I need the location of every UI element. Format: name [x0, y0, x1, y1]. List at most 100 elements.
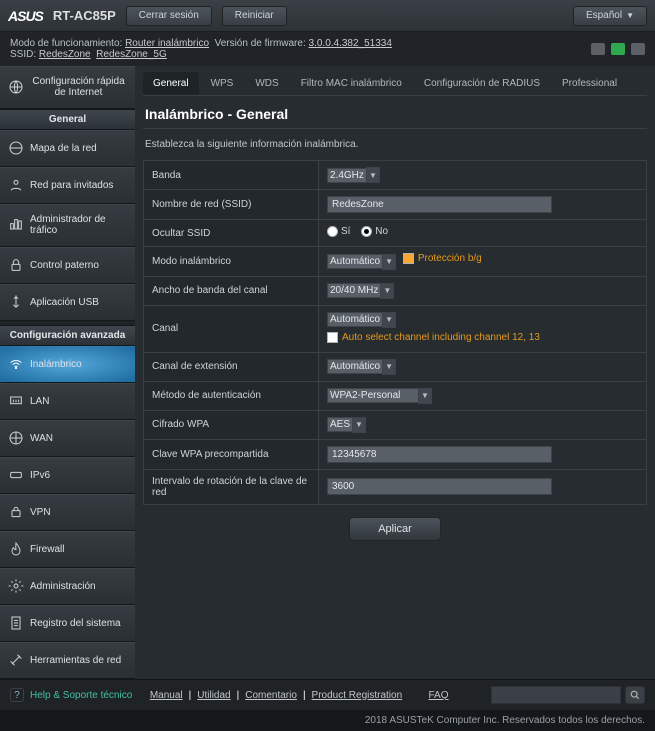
lan-icon — [8, 393, 24, 409]
sidebar-parental-control[interactable]: Control paterno — [0, 247, 135, 284]
footer-link-feedback[interactable]: Comentario — [245, 690, 297, 701]
sidebar-item-label: VPN — [30, 507, 51, 518]
tab-wds[interactable]: WDS — [245, 72, 288, 95]
chevron-down-icon: ▼ — [382, 254, 396, 270]
gear-icon — [8, 578, 24, 594]
sidebar-vpn[interactable]: VPN — [0, 494, 135, 531]
ipv6-icon — [8, 467, 24, 483]
sidebar-guest-network[interactable]: Red para invitados — [0, 167, 135, 204]
op-mode-link[interactable]: Router inalámbrico — [125, 38, 209, 49]
sidebar-item-label: Configuración rápida de Internet — [30, 76, 127, 98]
channel-select-value: Automático — [327, 312, 383, 327]
help-icon[interactable]: ? — [10, 688, 24, 702]
sidebar-header-general: General — [0, 109, 135, 130]
bw-select[interactable]: 20/40 MHz ▼ — [327, 283, 394, 299]
sidebar-item-label: Aplicación USB — [30, 297, 99, 308]
label-ext-channel: Canal de extensión — [144, 352, 319, 381]
language-label: Español — [586, 10, 622, 21]
label-wireless-mode: Modo inalámbrico — [144, 247, 319, 277]
tab-wps[interactable]: WPS — [201, 72, 244, 95]
apply-button[interactable]: Aplicar — [349, 517, 441, 541]
tab-professional[interactable]: Professional — [552, 72, 627, 95]
logout-button[interactable]: Cerrar sesión — [126, 6, 212, 26]
brand-logo: ASUS RT-AC85P — [8, 8, 116, 24]
sidebar-item-label: Registro del sistema — [30, 618, 121, 629]
ext-channel-select[interactable]: Automático ▼ — [327, 359, 396, 375]
mode-select-value: Automático — [327, 254, 383, 269]
mode-select[interactable]: Automático ▼ — [327, 254, 396, 270]
cipher-select-value: AES — [327, 417, 353, 432]
search-icon — [630, 690, 640, 700]
doc-icon — [8, 615, 24, 631]
footer-link-utility[interactable]: Utilidad — [197, 690, 230, 701]
map-icon — [8, 140, 24, 156]
label-wpa-cipher: Cifrado WPA — [144, 410, 319, 439]
sidebar-quick-setup[interactable]: Configuración rápida de Internet — [0, 66, 135, 109]
page-description: Establezca la siguiente información inal… — [143, 129, 647, 160]
sidebar-item-label: Control paterno — [30, 260, 99, 271]
sidebar-nettools[interactable]: Herramientas de red — [0, 642, 135, 679]
sidebar-item-label: Administrador de tráfico — [30, 214, 127, 236]
sidebar-lan[interactable]: LAN — [0, 383, 135, 420]
reboot-button[interactable]: Reiniciar — [222, 6, 287, 26]
ssid-value-2: RedesZone_5G — [96, 49, 167, 60]
sidebar-item-label: Inalámbrico — [30, 359, 82, 370]
hide-ssid-no[interactable]: No — [361, 226, 388, 237]
sidebar-item-label: Administración — [30, 581, 96, 592]
sidebar-network-map[interactable]: Mapa de la red — [0, 130, 135, 167]
sidebar-traffic-manager[interactable]: Administrador de tráfico — [0, 204, 135, 247]
auth-select[interactable]: WPA2-Personal ▼ — [327, 388, 432, 404]
bg-protection-checkbox[interactable]: Protección b/g — [403, 253, 482, 264]
top-bar: ASUS RT-AC85P Cerrar sesión Reiniciar Es… — [0, 0, 655, 32]
tab-general[interactable]: General — [143, 72, 199, 95]
vpn-icon — [8, 504, 24, 520]
sidebar-firewall[interactable]: Firewall — [0, 531, 135, 568]
page-title: Inalámbrico - General — [143, 96, 647, 129]
footer-link-faq[interactable]: FAQ — [429, 690, 449, 701]
tab-radius[interactable]: Configuración de RADIUS — [414, 72, 550, 95]
flame-icon — [8, 541, 24, 557]
tab-bar: General WPS WDS Filtro MAC inalámbrico C… — [143, 72, 647, 96]
search-button[interactable] — [625, 686, 645, 704]
usb-icon[interactable] — [631, 43, 645, 55]
network-icon[interactable] — [611, 43, 625, 55]
sidebar-admin[interactable]: Administración — [0, 568, 135, 605]
chevron-down-icon: ▼ — [366, 167, 380, 183]
traffic-icon — [8, 217, 24, 233]
footer-link-prodreg[interactable]: Product Registration — [312, 690, 403, 701]
sidebar-item-label: Firewall — [30, 544, 64, 555]
auth-select-value: WPA2-Personal — [327, 388, 419, 403]
ssid-input[interactable] — [327, 196, 552, 213]
cipher-select[interactable]: AES ▼ — [327, 417, 366, 433]
hide-ssid-yes[interactable]: Sí — [327, 226, 350, 237]
fw-link[interactable]: 3.0.0.4.382_51334 — [309, 38, 392, 49]
sidebar-ipv6[interactable]: IPv6 — [0, 457, 135, 494]
search-input[interactable] — [491, 686, 621, 704]
rekey-input[interactable] — [327, 478, 552, 495]
settings-table: Banda 2.4GHz ▼ Nombre de red (SSID) Ocul… — [143, 160, 647, 505]
tab-mac-filter[interactable]: Filtro MAC inalámbrico — [291, 72, 412, 95]
globe-icon[interactable] — [591, 43, 605, 55]
sidebar-item-label: IPv6 — [30, 470, 50, 481]
psk-input[interactable] — [327, 446, 552, 463]
auto-channel-checkbox[interactable]: Auto select channel including channel 12… — [327, 332, 540, 343]
bw-select-value: 20/40 MHz — [327, 283, 381, 298]
chevron-down-icon: ▼ — [626, 11, 634, 20]
label-wpa-psk: Clave WPA precompartida — [144, 439, 319, 469]
footer-link-manual[interactable]: Manual — [150, 690, 183, 701]
ssid-value-1: RedesZone — [39, 49, 91, 60]
band-select[interactable]: 2.4GHz ▼ — [327, 167, 380, 183]
sidebar-wireless[interactable]: Inalámbrico — [0, 346, 135, 383]
radio-icon — [361, 226, 372, 237]
content-panel: General WPS WDS Filtro MAC inalámbrico C… — [135, 66, 655, 679]
label-channel-bw: Ancho de banda del canal — [144, 276, 319, 305]
sidebar-item-label: Mapa de la red — [30, 143, 97, 154]
language-select[interactable]: Español ▼ — [573, 6, 647, 26]
ssid-label: SSID: — [10, 49, 36, 60]
footer-bar: ? Help & Soporte técnico Manual | Utilid… — [0, 679, 655, 710]
sidebar-usb-app[interactable]: Aplicación USB — [0, 284, 135, 321]
channel-select[interactable]: Automático ▼ — [327, 312, 396, 328]
sidebar-wan[interactable]: WAN — [0, 420, 135, 457]
label-hide-ssid: Ocultar SSID — [144, 220, 319, 247]
globe-icon — [8, 79, 24, 95]
